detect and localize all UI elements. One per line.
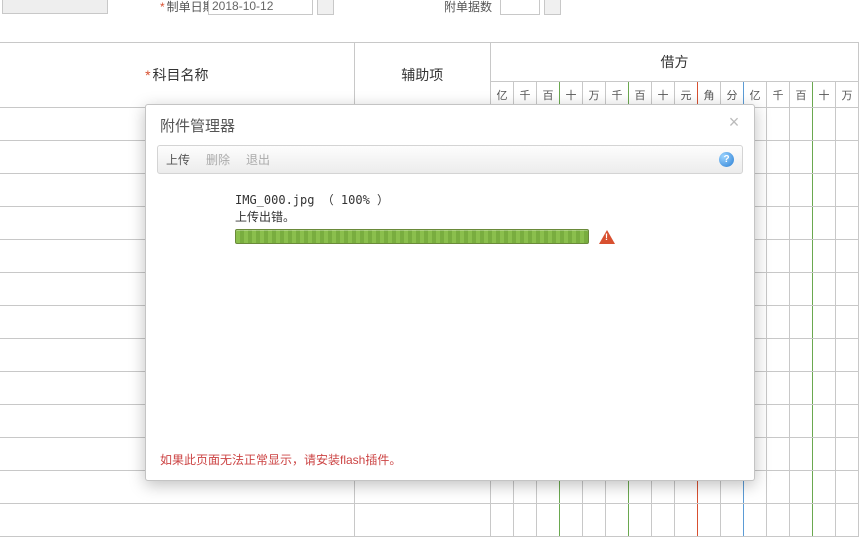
- upload-progress-bar: [235, 229, 589, 244]
- attach-count-input[interactable]: [500, 0, 540, 15]
- debit-header-text: 借方: [491, 43, 859, 82]
- attachment-manager-dialog: 附件管理器 × 上传 删除 退出 ? IMG_000.jpg （ 100% ） …: [145, 104, 755, 481]
- upload-progress-row: [235, 229, 743, 244]
- dialog-titlebar: 附件管理器 ×: [146, 105, 754, 145]
- column-debit: 借方 亿 千 百 十 万 千 百 十 元 角 分 亿 千 百 十: [491, 43, 859, 107]
- required-star: *: [145, 67, 150, 83]
- digit-cell: 千: [767, 82, 790, 107]
- dialog-toolbar: 上传 删除 退出 ?: [157, 145, 743, 174]
- digit-cell: 万: [836, 82, 859, 107]
- top-form-row: *制单日期 2018-10-12 附单据数: [0, 0, 859, 16]
- date-label: *制单日期: [160, 0, 215, 15]
- attach-stepper-icon[interactable]: [544, 0, 561, 15]
- dialog-footer-notice: 如果此页面无法正常显示，请安装flash插件。: [146, 445, 754, 480]
- grid-header: *科目名称 辅助项 借方 亿 千 百 十 万 千 百 十 元 角 分: [0, 43, 859, 108]
- dialog-body: IMG_000.jpg （ 100% ） 上传出错。: [146, 174, 754, 445]
- column-aux: 辅助项: [355, 43, 491, 107]
- aux-header-text: 辅助项: [401, 65, 443, 85]
- attach-count-label: 附单据数: [444, 0, 492, 15]
- digit-cell: 十: [813, 82, 836, 107]
- close-icon[interactable]: ×: [724, 113, 744, 133]
- subject-header-text: 科目名称: [153, 65, 209, 85]
- calendar-icon[interactable]: [317, 0, 334, 15]
- table-row[interactable]: [0, 504, 859, 537]
- required-star: *: [160, 0, 165, 14]
- upload-error-message: 上传出错。: [235, 209, 743, 226]
- warning-icon: [599, 230, 615, 244]
- exit-button[interactable]: 退出: [246, 151, 270, 168]
- digit-cell: 百: [790, 82, 813, 107]
- upload-filename: IMG_000.jpg （ 100% ）: [235, 192, 743, 209]
- date-input[interactable]: 2018-10-12: [208, 0, 313, 15]
- delete-button[interactable]: 删除: [206, 151, 230, 168]
- dialog-title-text: 附件管理器: [160, 115, 235, 136]
- upload-button[interactable]: 上传: [166, 151, 190, 168]
- column-subject: *科目名称: [0, 43, 355, 107]
- voucher-no-field[interactable]: [2, 0, 108, 14]
- help-icon[interactable]: ?: [719, 152, 734, 167]
